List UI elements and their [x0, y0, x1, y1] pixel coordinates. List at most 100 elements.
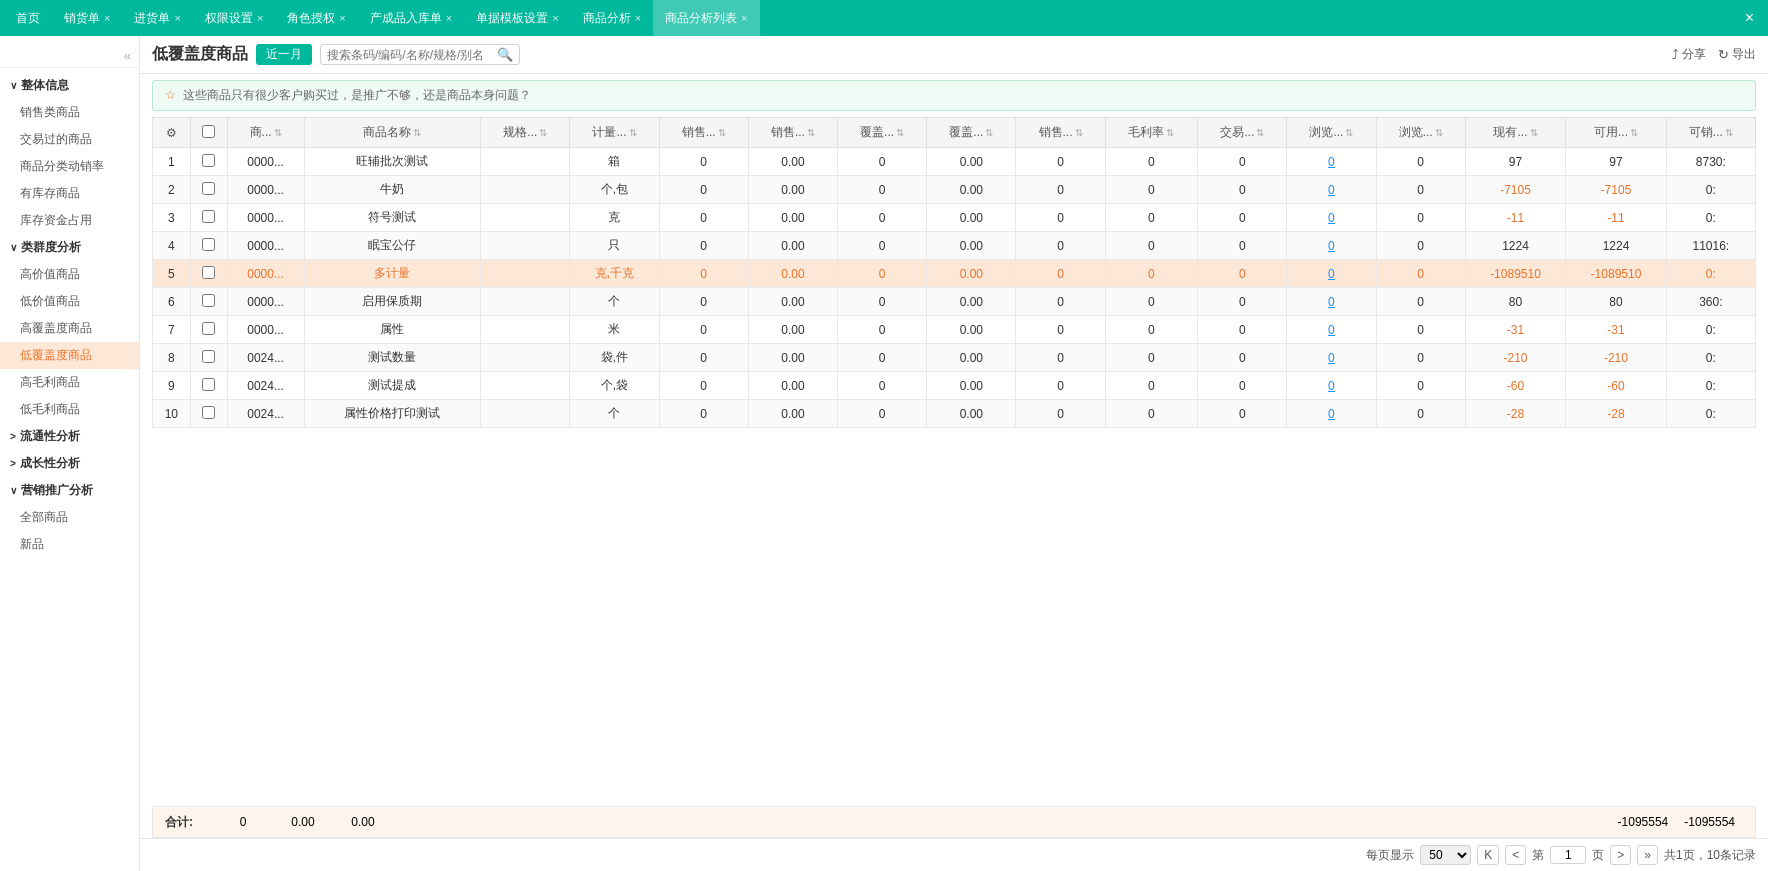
sidebar-item-category-rate[interactable]: 商品分类动销率 — [0, 153, 139, 180]
table-container[interactable]: ⚙ 商...⇅ 商品名称⇅ 规格...⇅ 计量...⇅ 销售...⇅ 销售...… — [152, 117, 1756, 806]
search-input[interactable] — [327, 48, 497, 62]
th-browse2[interactable]: 浏览...⇅ — [1376, 118, 1465, 148]
row-browse1[interactable]: 0 — [1287, 204, 1376, 232]
th-spec[interactable]: 规格...⇅ — [481, 118, 570, 148]
close-icon[interactable]: × — [257, 12, 263, 24]
row-select-checkbox[interactable] — [202, 266, 215, 279]
row-select-checkbox[interactable] — [202, 294, 215, 307]
th-coverage2[interactable]: 覆盖...⇅ — [927, 118, 1016, 148]
prev-page-button[interactable]: < — [1505, 845, 1526, 865]
row-browse1[interactable]: 0 — [1287, 400, 1376, 428]
search-icon[interactable]: 🔍 — [497, 47, 513, 62]
th-checkbox[interactable] — [190, 118, 227, 148]
row-select-checkbox[interactable] — [202, 322, 215, 335]
sidebar-section-growth[interactable]: > 成长性分析 — [0, 450, 139, 477]
th-name[interactable]: 商品名称⇅ — [304, 118, 481, 148]
sidebar-item-stocked-products[interactable]: 有库存商品 — [0, 180, 139, 207]
th-current-stock[interactable]: 现有...⇅ — [1465, 118, 1565, 148]
page-number-input[interactable] — [1550, 846, 1586, 864]
row-browse1[interactable]: 0 — [1287, 316, 1376, 344]
row-browse1[interactable]: 0 — [1287, 148, 1376, 176]
nav-template-settings[interactable]: 单据模板设置 × — [464, 0, 570, 36]
th-trade[interactable]: 交易...⇅ — [1198, 118, 1287, 148]
th-available-stock[interactable]: 可用...⇅ — [1566, 118, 1666, 148]
sidebar-section-overall[interactable]: ∨ 整体信息 — [0, 72, 139, 99]
row-browse1[interactable]: 0 — [1287, 260, 1376, 288]
window-close-button[interactable]: × — [1735, 9, 1764, 27]
close-icon[interactable]: × — [552, 12, 558, 24]
th-sales3[interactable]: 销售...⇅ — [1016, 118, 1105, 148]
sidebar-item-high-value[interactable]: 高价值商品 — [0, 261, 139, 288]
sidebar-item-stock-funds[interactable]: 库存资金占用 — [0, 207, 139, 234]
close-icon[interactable]: × — [635, 12, 641, 24]
sidebar-item-traded-products[interactable]: 交易过的商品 — [0, 126, 139, 153]
sidebar-item-all-products[interactable]: 全部商品 — [0, 504, 139, 531]
row-browse1[interactable]: 0 — [1287, 176, 1376, 204]
sidebar-item-low-value[interactable]: 低价值商品 — [0, 288, 139, 315]
row-checkbox[interactable] — [190, 372, 227, 400]
sidebar-item-high-margin[interactable]: 高毛利商品 — [0, 369, 139, 396]
row-select-checkbox[interactable] — [202, 210, 215, 223]
row-browse1[interactable]: 0 — [1287, 288, 1376, 316]
row-checkbox[interactable] — [190, 288, 227, 316]
th-browse1[interactable]: 浏览...⇅ — [1287, 118, 1376, 148]
sidebar-item-sales-products[interactable]: 销售类商品 — [0, 99, 139, 126]
th-code[interactable]: 商...⇅ — [227, 118, 304, 148]
sidebar-section-cluster[interactable]: ∨ 类群度分析 — [0, 234, 139, 261]
row-checkbox[interactable] — [190, 344, 227, 372]
row-checkbox[interactable] — [190, 232, 227, 260]
nav-purchase-order[interactable]: 进货单 × — [122, 0, 192, 36]
row-browse1[interactable]: 0 — [1287, 344, 1376, 372]
row-unit: 米 — [570, 316, 659, 344]
nav-product-analysis[interactable]: 商品分析 × — [571, 0, 653, 36]
row-checkbox[interactable] — [190, 400, 227, 428]
sidebar-item-low-coverage[interactable]: 低覆盖度商品 — [0, 342, 139, 369]
sidebar-collapse-button[interactable]: « — [124, 48, 131, 63]
nav-sales-order[interactable]: 销货单 × — [52, 0, 122, 36]
time-filter-button[interactable]: 近一月 — [256, 44, 312, 65]
share-button[interactable]: ⤴ 分享 — [1672, 46, 1706, 63]
export-button[interactable]: ↻ 导出 — [1718, 46, 1756, 63]
row-select-checkbox[interactable] — [202, 350, 215, 363]
sidebar-section-marketing[interactable]: ∨ 营销推广分析 — [0, 477, 139, 504]
first-page-button[interactable]: K — [1477, 845, 1499, 865]
th-coverage1[interactable]: 覆盖...⇅ — [838, 118, 927, 148]
row-browse1[interactable]: 0 — [1287, 232, 1376, 260]
row-select-checkbox[interactable] — [202, 238, 215, 251]
nav-permission[interactable]: 权限设置 × — [193, 0, 275, 36]
th-settings[interactable]: ⚙ — [153, 118, 191, 148]
row-checkbox[interactable] — [190, 148, 227, 176]
nav-finished-goods[interactable]: 产成品入库单 × — [358, 0, 464, 36]
row-checkbox[interactable] — [190, 316, 227, 344]
th-gross-margin[interactable]: 毛利率⇅ — [1105, 118, 1198, 148]
per-page-select[interactable]: 50 20 100 200 — [1420, 845, 1471, 865]
nav-role-auth[interactable]: 角色授权 × — [275, 0, 357, 36]
row-checkbox[interactable] — [190, 176, 227, 204]
close-icon[interactable]: × — [446, 12, 452, 24]
row-browse1[interactable]: 0 — [1287, 372, 1376, 400]
row-select-checkbox[interactable] — [202, 406, 215, 419]
sidebar-section-liquidity[interactable]: > 流通性分析 — [0, 423, 139, 450]
sidebar-item-new-products[interactable]: 新品 — [0, 531, 139, 558]
th-unit[interactable]: 计量...⇅ — [570, 118, 659, 148]
row-select-checkbox[interactable] — [202, 154, 215, 167]
last-page-button[interactable]: » — [1637, 845, 1658, 865]
row-checkbox[interactable] — [190, 204, 227, 232]
th-sales-qty[interactable]: 销售...⇅ — [659, 118, 748, 148]
select-all-checkbox[interactable] — [202, 125, 215, 138]
sidebar-item-low-margin[interactable]: 低毛利商品 — [0, 396, 139, 423]
close-icon[interactable]: × — [741, 12, 747, 24]
row-select-checkbox[interactable] — [202, 378, 215, 391]
next-page-button[interactable]: > — [1610, 845, 1631, 865]
sidebar-item-high-coverage[interactable]: 高覆盖度商品 — [0, 315, 139, 342]
th-sellable[interactable]: 可销...⇅ — [1666, 118, 1755, 148]
row-checkbox[interactable] — [190, 260, 227, 288]
close-icon[interactable]: × — [104, 12, 110, 24]
row-select-checkbox[interactable] — [202, 182, 215, 195]
close-icon[interactable]: × — [339, 12, 345, 24]
th-sales-amt[interactable]: 销售...⇅ — [748, 118, 837, 148]
chevron-down-icon: ∨ — [10, 485, 17, 496]
nav-home[interactable]: 首页 — [4, 0, 52, 36]
nav-product-analysis-list[interactable]: 商品分析列表 × — [653, 0, 759, 36]
close-icon[interactable]: × — [174, 12, 180, 24]
